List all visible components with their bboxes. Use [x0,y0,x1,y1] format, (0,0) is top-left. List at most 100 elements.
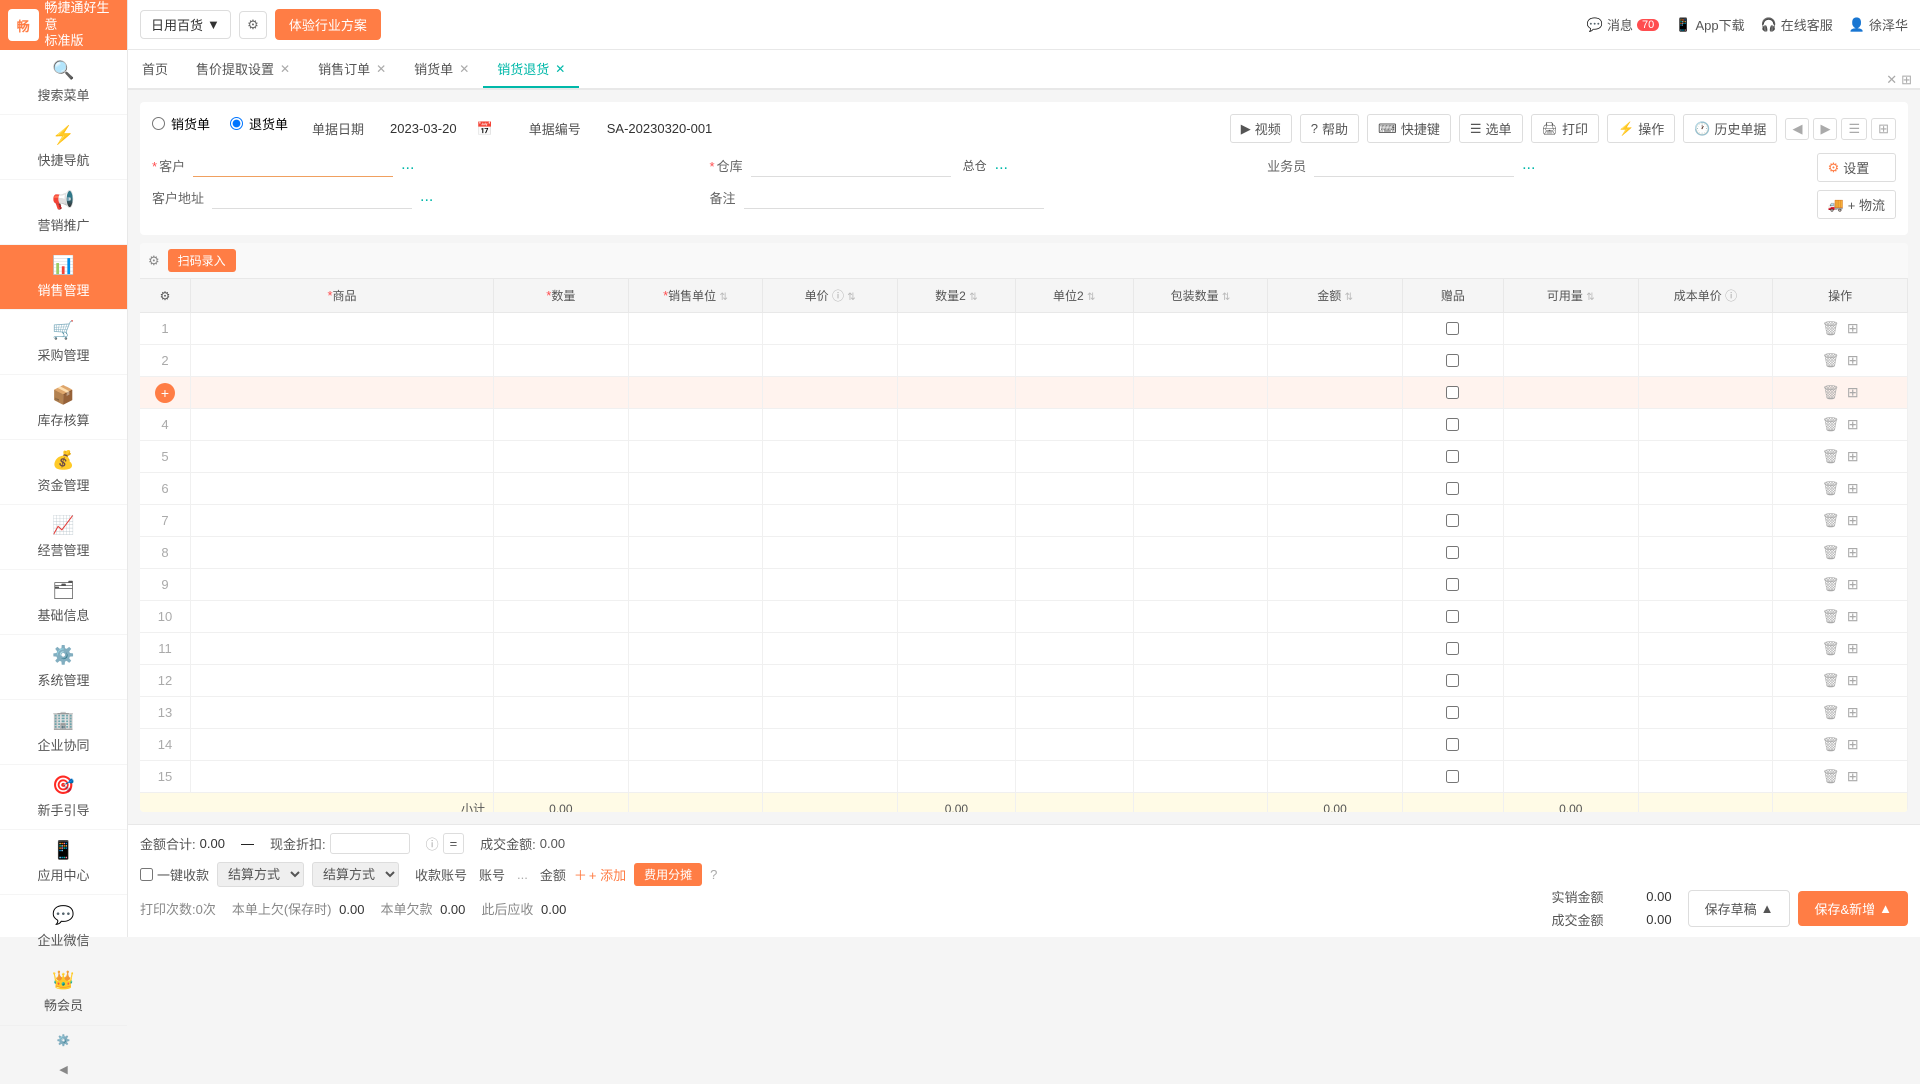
cell-sales-unit-7[interactable] [628,505,763,537]
product-input-3[interactable] [195,385,489,400]
quantity-input-6[interactable] [498,481,624,496]
video-btn[interactable]: ▶ 视频 [1230,114,1292,143]
cell-sales-unit-11[interactable] [628,633,763,665]
cell-cost-price-13[interactable] [1638,697,1773,729]
one-click-payment[interactable]: 一键收款 [140,865,209,884]
cell-quantity2-5[interactable] [897,441,1015,473]
cell-sales-unit-15[interactable] [628,761,763,793]
cell-quantity2-10[interactable] [897,601,1015,633]
cell-cost-price-2[interactable] [1638,345,1773,377]
gift-checkbox-10[interactable] [1446,610,1459,623]
cell-gift-7[interactable] [1402,505,1503,537]
cell-unit2-8[interactable] [1015,537,1133,569]
quantity-input-11[interactable] [498,641,624,656]
cell-amount-3[interactable] [1268,377,1403,409]
cell-quantity2-2[interactable] [897,345,1015,377]
cell-quantity-3[interactable] [494,377,629,409]
cell-quantity-9[interactable] [494,569,629,601]
cell-unit-price-8[interactable] [763,537,898,569]
cell-cost-price-3[interactable] [1638,377,1773,409]
copy-btn-5[interactable]: ⊞ [1847,448,1859,464]
sidebar-item-guide[interactable]: 🎯新手引导 [0,765,127,830]
cell-package-qty-15[interactable] [1133,761,1268,793]
sidebar-item-enterprise[interactable]: 🏢企业协同 [0,700,127,765]
cell-product-14[interactable] [191,729,494,761]
cell-product-12[interactable] [191,665,494,697]
cell-unit2-3[interactable] [1015,377,1133,409]
cell-quantity-13[interactable] [494,697,629,729]
cell-sales-unit-14[interactable] [628,729,763,761]
discount-input[interactable] [330,833,410,854]
cell-product-2[interactable] [191,345,494,377]
cell-cost-price-6[interactable] [1638,473,1773,505]
sidebar-item-wechat[interactable]: 💬企业微信 [0,895,127,960]
sidebar-item-search[interactable]: 🔍搜索菜单 [0,50,127,115]
cell-quantity2-9[interactable] [897,569,1015,601]
product-input-15[interactable] [195,769,489,784]
copy-btn-9[interactable]: ⊞ [1847,576,1859,592]
sidebar-settings[interactable]: ⚙️ [0,1026,127,1055]
cell-product-5[interactable] [191,441,494,473]
cell-quantity2-13[interactable] [897,697,1015,729]
product-input-6[interactable] [195,481,489,496]
cell-unit-price-15[interactable] [763,761,898,793]
cell-quantity2-12[interactable] [897,665,1015,697]
cell-product-6[interactable] [191,473,494,505]
cell-unit-price-4[interactable] [763,409,898,441]
maximize-btn[interactable]: ⊞ [1901,72,1912,88]
prev-record-btn[interactable]: ◀ [1785,118,1809,140]
gift-checkbox-8[interactable] [1446,546,1459,559]
industry-selector[interactable]: 日用百货 ▼ [140,10,231,39]
gift-checkbox-11[interactable] [1446,642,1459,655]
calendar-icon[interactable]: 📅 [477,121,493,137]
delete-btn-4[interactable]: 🗑 [1822,416,1840,432]
cell-sales-unit-3[interactable] [628,377,763,409]
delete-btn-10[interactable]: 🗑 [1822,608,1840,624]
gift-checkbox-12[interactable] [1446,674,1459,687]
gift-checkbox-5[interactable] [1446,450,1459,463]
cell-cost-price-5[interactable] [1638,441,1773,473]
copy-btn-15[interactable]: ⊞ [1847,768,1859,784]
cell-package-qty-4[interactable] [1133,409,1268,441]
cell-available-12[interactable] [1503,665,1638,697]
cell-product-1[interactable] [191,313,494,345]
product-input-1[interactable] [195,321,489,336]
cell-available-2[interactable] [1503,345,1638,377]
copy-btn-8[interactable]: ⊞ [1847,544,1859,560]
cell-unit2-14[interactable] [1015,729,1133,761]
quantity-input-4[interactable] [498,417,624,432]
cell-unit-price-11[interactable] [763,633,898,665]
cell-amount-2[interactable] [1268,345,1403,377]
cell-package-qty-3[interactable] [1133,377,1268,409]
add-row-btn[interactable]: + [155,383,175,403]
quantity-input-5[interactable] [498,449,624,464]
save-new-btn[interactable]: 保存&新增 ▲ [1798,891,1908,926]
copy-btn-2[interactable]: ⊞ [1847,352,1859,368]
cell-unit2-10[interactable] [1015,601,1133,633]
gift-checkbox-13[interactable] [1446,706,1459,719]
delete-btn-7[interactable]: 🗑 [1822,512,1840,528]
product-input-10[interactable] [195,609,489,624]
cell-gift-13[interactable] [1402,697,1503,729]
sidebar-item-finance[interactable]: 💰资金管理 [0,440,127,505]
cell-gift-3[interactable] [1402,377,1503,409]
cell-product-4[interactable] [191,409,494,441]
product-input-14[interactable] [195,737,489,752]
cell-amount-14[interactable] [1268,729,1403,761]
cell-gift-8[interactable] [1402,537,1503,569]
cell-quantity2-15[interactable] [897,761,1015,793]
sidebar-item-appstore[interactable]: 📱应用中心 [0,830,127,895]
delete-btn-12[interactable]: 🗑 [1822,672,1840,688]
payment-method-select[interactable]: 结算方式 [217,862,304,887]
cell-unit-price-13[interactable] [763,697,898,729]
calc-method-select[interactable]: 结算方式 [312,862,399,887]
view-mode-grid[interactable]: ⊞ [1871,118,1896,140]
delete-btn-3[interactable]: 🗑 [1822,384,1840,400]
cell-sales-unit-2[interactable] [628,345,763,377]
cell-gift-10[interactable] [1402,601,1503,633]
gift-checkbox-14[interactable] [1446,738,1459,751]
gear-icon[interactable]: ⚙ [148,253,160,269]
cell-gift-6[interactable] [1402,473,1503,505]
cell-quantity-12[interactable] [494,665,629,697]
customer-ellipsis[interactable]: ... [401,156,414,174]
